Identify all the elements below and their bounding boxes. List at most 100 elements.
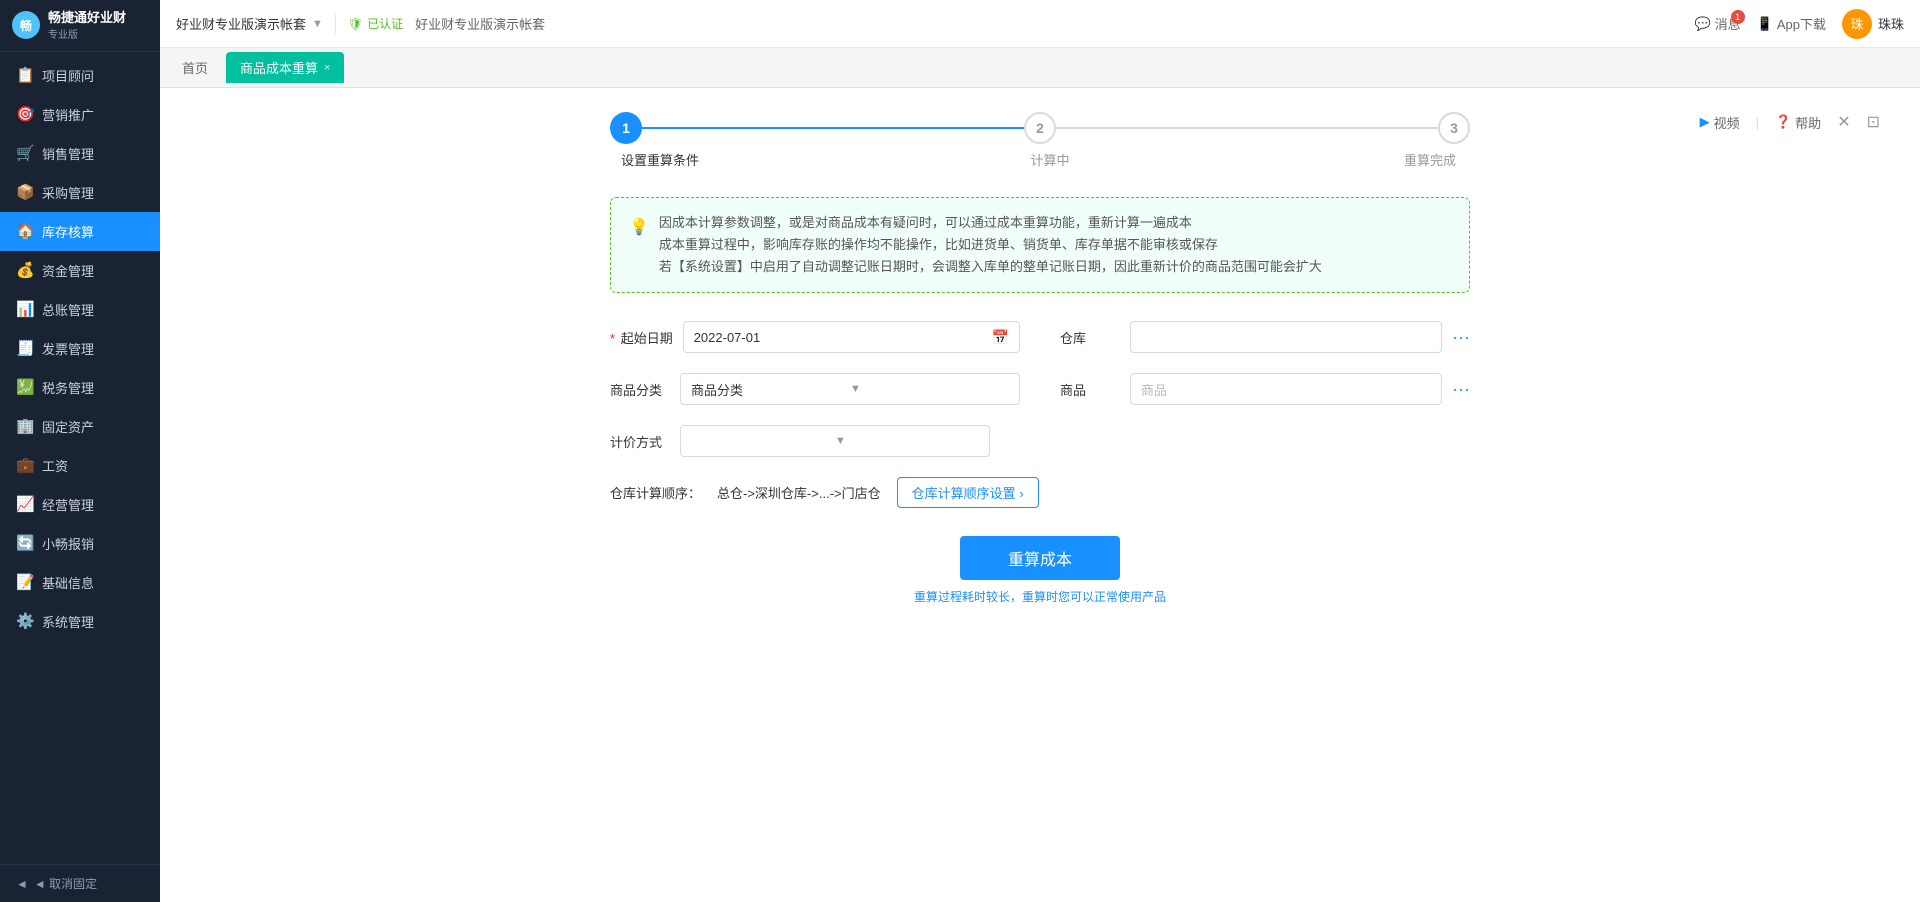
sidebar-label-inventory: 库存核算 — [42, 222, 94, 241]
info-text: 因成本计算参数调整，或是对商品成本有疑问时，可以通过成本重算功能，重新计算一遍成… — [659, 212, 1322, 278]
main-area: 好业财专业版演示帐套 ▼ 🛡 已认证 好业财专业版演示帐套 💬 消息 1 📱 A… — [160, 0, 1920, 902]
recalc-button[interactable]: 重算成本 — [960, 536, 1120, 580]
category-placeholder: 商品分类 — [691, 380, 850, 399]
category-arrow-icon: ▼ — [850, 383, 1009, 395]
start-date-input[interactable] — [694, 330, 992, 345]
sidebar-item-basic[interactable]: 📝 基础信息 — [0, 563, 160, 602]
sidebar-label-project: 项目顾问 — [42, 66, 94, 85]
sidebar-item-project[interactable]: 📋 项目顾问 — [0, 56, 160, 95]
sidebar-icon-assets: 🏢 — [16, 417, 34, 435]
sidebar-label-expense: 小畅报销 — [42, 534, 94, 553]
bulb-icon: 💡 — [629, 214, 649, 278]
close-window-button[interactable]: ✕ — [1837, 112, 1850, 132]
sidebar-item-marketing[interactable]: 🎯 营销推广 — [0, 95, 160, 134]
sidebar-icon-project: 📋 — [16, 66, 34, 84]
video-button[interactable]: ▶ 视频 — [1700, 113, 1740, 132]
category-field: 商品分类 商品分类 ▼ — [610, 373, 1020, 405]
sidebar-label-tax: 税务管理 — [42, 378, 94, 397]
step-1-label: 设置重算条件 — [610, 150, 710, 169]
app-download-button[interactable]: 📱 App下载 — [1757, 14, 1826, 33]
account-name: 好业财专业版演示帐套 — [176, 14, 306, 33]
warehouse-order-btn-label: 仓库计算顺序设置 › — [912, 483, 1024, 502]
notification-button[interactable]: 💬 消息 1 — [1694, 14, 1740, 33]
video-label: 视频 — [1714, 113, 1740, 132]
sidebar-item-tax[interactable]: 💹 税务管理 — [0, 368, 160, 407]
sidebar-item-sales[interactable]: 🛒 销售管理 — [0, 134, 160, 173]
info-box: 💡 因成本计算参数调整，或是对商品成本有疑问时，可以通过成本重算功能，重新计算一… — [610, 197, 1470, 293]
sidebar-item-purchase[interactable]: 📦 采购管理 — [0, 173, 160, 212]
product-more-icon[interactable]: ··· — [1452, 379, 1470, 400]
sidebar: 畅 畅捷通好业财 专业版 📋 项目顾问 🎯 营销推广 🛒 销售管理 📦 采购管理… — [0, 0, 160, 902]
help-label: 帮助 — [1795, 113, 1821, 132]
help-button[interactable]: ❓ 帮助 — [1775, 113, 1821, 132]
user-menu[interactable]: 珠 珠珠 — [1842, 9, 1904, 39]
sidebar-header: 畅 畅捷通好业财 专业版 — [0, 0, 160, 52]
info-line-1: 因成本计算参数调整，或是对商品成本有疑问时，可以通过成本重算功能，重新计算一遍成… — [659, 212, 1322, 234]
sidebar-icon-sales: 🛒 — [16, 144, 34, 162]
warehouse-order-value: 总仓->深圳仓库->...->门店仓 — [717, 483, 881, 502]
app-title: 畅捷通好业财 — [48, 10, 126, 26]
price-method-field: 计价方式 ▼ — [610, 425, 990, 457]
steps-section: 1 2 3 设置重算条件 计算中 重算完成 — [610, 112, 1470, 169]
start-date-field: * 起始日期 📅 — [610, 321, 1020, 353]
step-2-circle: 2 — [1024, 112, 1056, 144]
expand-window-button[interactable]: ⊡ — [1867, 112, 1880, 132]
sidebar-icon-purchase: 📦 — [16, 183, 34, 201]
sidebar-item-operation[interactable]: 📈 经营管理 — [0, 485, 160, 524]
price-method-select[interactable]: ▼ — [680, 425, 990, 457]
warehouse-more-icon[interactable]: ··· — [1452, 327, 1470, 348]
app-download-label: App下载 — [1777, 14, 1826, 33]
product-field: 商品 商品 ··· — [1060, 373, 1470, 405]
recalc-hint: 重算过程耗时较长，重算时您可以正常使用产品 — [610, 588, 1470, 605]
tab-cost-recalc[interactable]: 商品成本重算 × — [226, 52, 344, 83]
sidebar-icon-accounting: 📊 — [16, 300, 34, 318]
step-3-circle: 3 — [1438, 112, 1470, 144]
tab-close-icon[interactable]: × — [324, 62, 330, 74]
required-star: * — [610, 331, 615, 346]
account-arrow-icon: ▼ — [312, 18, 323, 30]
sidebar-item-expense[interactable]: 🔄 小畅报销 — [0, 524, 160, 563]
step-2: 2 — [1024, 112, 1056, 144]
sidebar-footer[interactable]: ◄ ◄ 取消固定 — [0, 864, 160, 902]
start-date-input-wrapper[interactable]: 📅 — [683, 321, 1020, 353]
verified-text: 已认证 — [367, 15, 403, 32]
username: 珠珠 — [1878, 14, 1904, 33]
tab-home[interactable]: 首页 — [168, 52, 222, 83]
product-input[interactable]: 商品 — [1130, 373, 1442, 405]
sidebar-item-salary[interactable]: 💼 工资 — [0, 446, 160, 485]
sidebar-icon-expense: 🔄 — [16, 534, 34, 552]
sidebar-item-finance[interactable]: 💰 资金管理 — [0, 251, 160, 290]
category-select[interactable]: 商品分类 ▼ — [680, 373, 1020, 405]
question-icon: ❓ — [1775, 114, 1791, 130]
sidebar-label-accounting: 总账管理 — [42, 300, 94, 319]
steps-row: 1 2 3 — [610, 112, 1470, 144]
category-label: 商品分类 — [610, 380, 670, 399]
sidebar-item-accounting[interactable]: 📊 总账管理 — [0, 290, 160, 329]
tab-home-label: 首页 — [182, 58, 208, 77]
phone-icon: 📱 — [1757, 16, 1773, 32]
start-date-label: * 起始日期 — [610, 328, 673, 347]
message-icon: 💬 — [1694, 16, 1710, 32]
warehouse-input[interactable] — [1130, 321, 1442, 353]
calendar-icon[interactable]: 📅 — [992, 329, 1009, 346]
content-top-right: ▶ 视频 | ❓ 帮助 ✕ ⊡ — [1700, 112, 1880, 132]
sidebar-label-operation: 经营管理 — [42, 495, 94, 514]
sidebar-item-invoice[interactable]: 🧾 发票管理 — [0, 329, 160, 368]
sidebar-label-salary: 工资 — [42, 456, 68, 475]
sidebar-item-inventory[interactable]: 🏠 库存核算 — [0, 212, 160, 251]
step-3-label: 重算完成 — [1390, 150, 1470, 169]
warehouse-order-settings-button[interactable]: 仓库计算顺序设置 › — [897, 477, 1039, 508]
step-1-circle: 1 — [610, 112, 642, 144]
sidebar-item-assets[interactable]: 🏢 固定资产 — [0, 407, 160, 446]
account-selector[interactable]: 好业财专业版演示帐套 ▼ — [176, 14, 323, 33]
step-line-2 — [1056, 127, 1438, 129]
form-row-3: 计价方式 ▼ — [610, 425, 990, 457]
sidebar-icon-finance: 💰 — [16, 261, 34, 279]
form-row-2: 商品分类 商品分类 ▼ 商品 商品 ··· — [610, 373, 1470, 405]
sidebar-item-system[interactable]: ⚙️ 系统管理 — [0, 602, 160, 641]
sidebar-icon-marketing: 🎯 — [16, 105, 34, 123]
sidebar-label-basic: 基础信息 — [42, 573, 94, 592]
price-method-arrow-icon: ▼ — [835, 435, 979, 447]
unpin-label: ◄ 取消固定 — [34, 875, 97, 892]
action-row: 重算成本 重算过程耗时较长，重算时您可以正常使用产品 — [610, 536, 1470, 605]
